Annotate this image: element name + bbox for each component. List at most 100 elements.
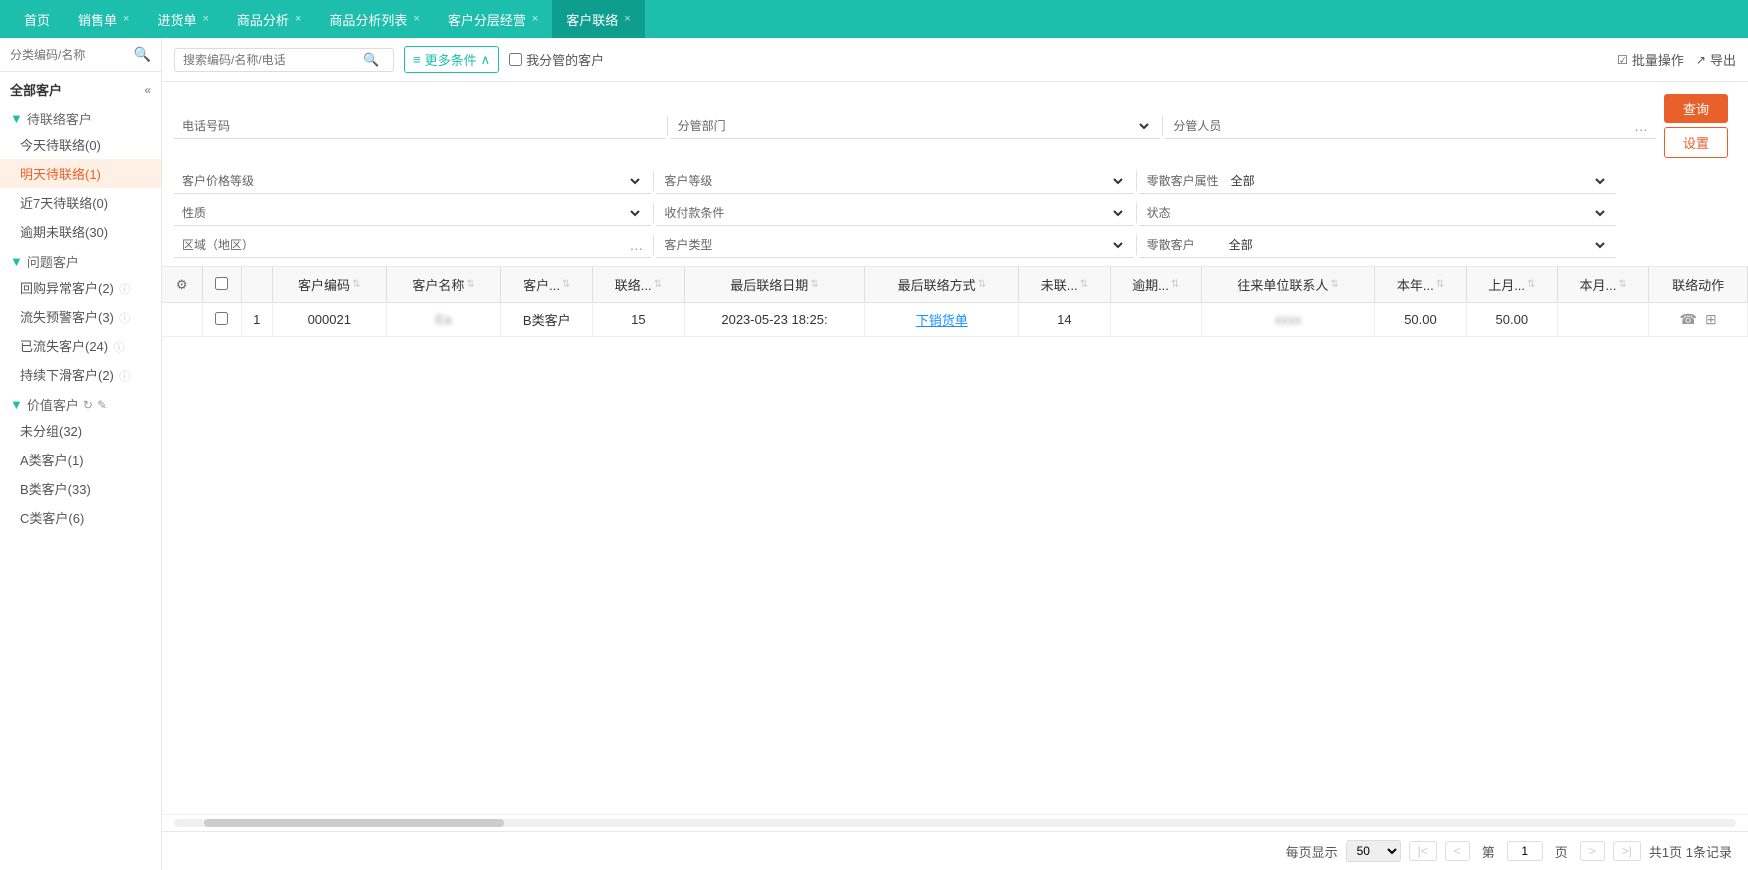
scrollbar-thumb[interactable] [204,819,504,827]
filter-customer-level-label: 客户等级 [664,172,734,189]
filter-region-input: … [262,237,643,253]
nav-item-product-analysis-list[interactable]: 商品分析列表 × [315,0,433,38]
dept-select[interactable] [756,118,1153,134]
my-customers-checkbox[interactable] [509,53,522,66]
close-customer-segment-icon[interactable]: × [532,13,538,25]
td-checkbox[interactable] [202,303,241,337]
close-purchase-order-icon[interactable]: × [202,13,208,25]
contact-method-link[interactable]: 下销货单 [916,313,968,328]
manager-input[interactable] [1251,119,1630,133]
close-customer-contact-icon[interactable]: × [624,13,630,25]
refresh-icon[interactable]: ↻ [83,398,93,412]
td-type: B类客户 [501,303,593,337]
sidebar-item-tomorrow-pending[interactable]: 明天待联络(1) [0,159,161,188]
search-icon[interactable]: 🔍 [363,52,379,68]
filter-nature-label: 性质 [182,204,252,221]
th-overdue[interactable]: 逾期... ⇅ [1110,267,1201,303]
td-last-method[interactable]: 下销货单 [865,303,1019,337]
retail-customer-select[interactable]: 全部 [1225,237,1608,253]
horizontal-scrollbar[interactable] [174,819,1736,827]
nav-item-sales-order[interactable]: 销售单 × [64,0,143,38]
th-last-month[interactable]: 上月... ⇅ [1466,267,1557,303]
customer-type-select[interactable] [742,237,1125,253]
sidebar-collapse-icon[interactable]: « [144,83,151,97]
sidebar-item-ungrouped[interactable]: 未分组(32) [0,416,161,445]
sort-icon-this-year: ⇅ [1436,279,1444,290]
row-checkbox[interactable] [215,312,228,325]
nav-home[interactable]: 首页 [10,0,64,38]
filter-customer-type-label: 客户类型 [664,236,734,253]
th-contacts[interactable]: 联络... ⇅ [593,267,684,303]
first-page-button[interactable]: |< [1409,841,1437,861]
phone-input[interactable] [260,119,657,133]
filter-nature-select [260,205,643,221]
th-this-month[interactable]: 本月... ⇅ [1557,267,1648,303]
page-size-select[interactable]: 50 10 20 100 [1346,840,1401,862]
th-gear[interactable]: ⚙ [162,267,202,303]
info-icon-2: ⓘ [119,313,130,325]
close-product-analysis-list-icon[interactable]: × [413,13,419,25]
sidebar-item-class-b[interactable]: B类客户(33) [0,474,161,503]
nav-item-customer-segment[interactable]: 客户分层经营 × [434,0,552,38]
next-page-button[interactable]: > [1580,841,1605,861]
sidebar-item-7days-pending[interactable]: 近7天待联络(0) [0,188,161,217]
batch-op-button[interactable]: ☑ 批量操作 [1617,50,1684,69]
th-company-contact[interactable]: 往来单位联系人 ⇅ [1201,267,1374,303]
sort-icon-this-month: ⇅ [1618,279,1626,290]
sidebar-search-icon[interactable]: 🔍 [134,46,151,63]
td-last-date: 2023-05-23 18:25: [684,303,865,337]
price-level-select[interactable] [262,173,643,189]
th-name[interactable]: 客户名称 ⇅ [386,267,500,303]
table-body: 1 000021 Ea B类客户 15 [162,303,1748,337]
status-select[interactable] [1225,205,1608,221]
all-customers-title[interactable]: 全部客户 « [0,72,161,103]
last-page-button[interactable]: >| [1613,841,1641,861]
th-checkbox[interactable] [202,267,241,303]
sidebar-item-churned[interactable]: 已流失客户(24) ⓘ [0,331,161,360]
sidebar-item-overdue-contact[interactable]: 逾期未联络(30) [0,217,161,246]
nature-select[interactable] [260,205,643,221]
th-last-method[interactable]: 最后联络方式 ⇅ [865,267,1019,303]
th-last-date[interactable]: 最后联络日期 ⇅ [684,267,865,303]
nav-item-product-analysis[interactable]: 商品分析 × [223,0,315,38]
region-input[interactable] [262,238,625,252]
triangle-icon-2: ▼ [10,254,23,269]
nav-item-customer-contact[interactable]: 客户联络 × [552,0,644,38]
sidebar-item-churn-warning[interactable]: 流失预警客户(3) ⓘ [0,302,161,331]
sidebar-item-declining[interactable]: 持续下滑客户(2) ⓘ [0,360,161,389]
manager-dots-icon[interactable]: … [1634,118,1648,134]
settings-icon[interactable]: ⚙ [176,277,188,292]
nav-item-purchase-order[interactable]: 进货单 × [143,0,222,38]
search-input[interactable] [183,53,363,67]
sidebar-search-input[interactable] [10,48,120,62]
page-unit: 页 [1555,842,1568,861]
sidebar-item-class-c[interactable]: C类客户(6) [0,503,161,532]
region-dots-icon[interactable]: … [629,237,643,253]
sort-icon-last-method: ⇅ [978,279,986,290]
query-button[interactable]: 查询 [1664,94,1728,123]
sidebar-item-repurchase-abnormal[interactable]: 回购异常客户(2) ⓘ [0,273,161,302]
close-sales-order-icon[interactable]: × [123,13,129,25]
close-product-analysis-icon[interactable]: × [295,13,301,25]
retail-attr-select[interactable]: 全部 [1227,173,1608,189]
th-code[interactable]: 客户编码 ⇅ [272,267,386,303]
prev-page-button[interactable]: < [1445,841,1470,861]
filter-region-label: 区域（地区） [182,236,254,253]
filter-status: 状态 [1139,200,1616,226]
select-all-checkbox[interactable] [215,277,228,290]
export-button[interactable]: ↗ 导出 [1696,50,1736,69]
filter-price-level-select [262,173,643,189]
th-uncontacted[interactable]: 未联... ⇅ [1019,267,1110,303]
payment-select[interactable] [742,205,1125,221]
page-input[interactable] [1507,841,1543,861]
edit-icon[interactable]: ✎ [97,398,107,412]
th-this-year[interactable]: 本年... ⇅ [1375,267,1466,303]
set-button[interactable]: 设置 [1664,127,1728,158]
more-filter-button[interactable]: ≡ 更多条件 ∧ [404,46,499,73]
qr-action-icon[interactable]: ⊞ [1705,311,1717,328]
phone-action-icon[interactable]: ☎ [1680,311,1697,328]
th-type[interactable]: 客户... ⇅ [501,267,593,303]
customer-level-select[interactable] [742,173,1125,189]
sidebar-item-class-a[interactable]: A类客户(1) [0,445,161,474]
sidebar-item-today-pending[interactable]: 今天待联络(0) [0,130,161,159]
